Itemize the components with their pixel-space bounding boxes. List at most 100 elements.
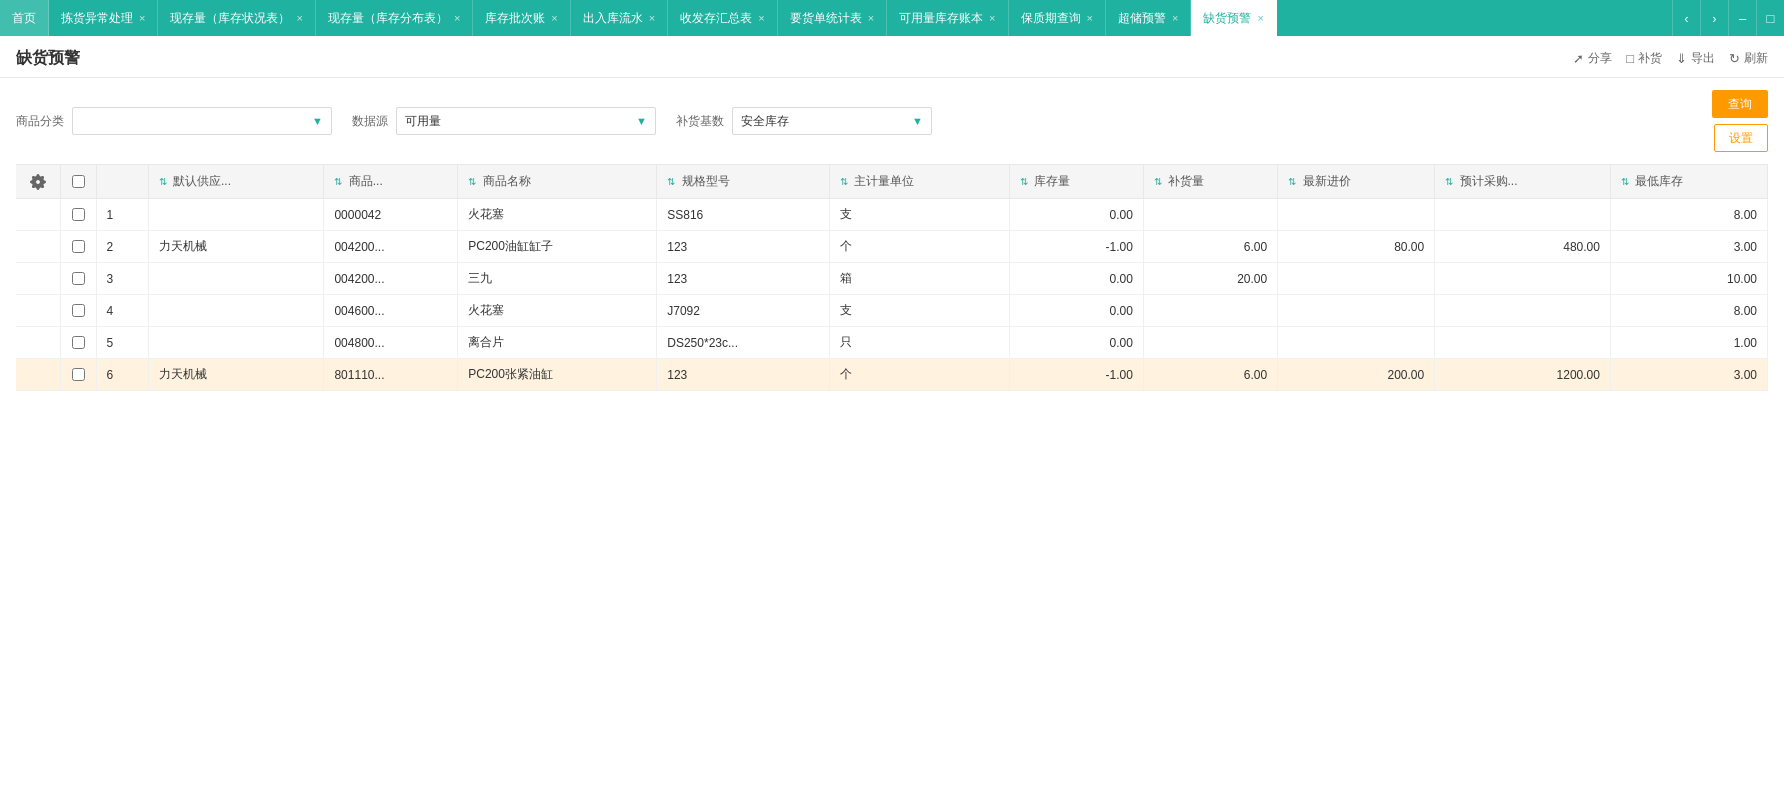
tab-inout-flow[interactable]: 出入库流水 × [571,0,668,36]
name-sort-icon[interactable]: ⇅ [468,176,476,187]
row-replenish-cell: 6.00 [1143,359,1277,391]
export-button[interactable]: ⇓ 导出 [1676,50,1715,67]
category-chevron-icon: ▼ [312,115,323,127]
row-est-purchase-cell [1435,327,1611,359]
tab-overstock-close[interactable]: × [1172,12,1178,24]
filter-actions: 查询 设置 [1712,90,1768,152]
row-min-stock-cell: 3.00 [1610,359,1767,391]
tab-expiry[interactable]: 保质期查询 × [1009,0,1106,36]
tab-summary-label: 收发存汇总表 [680,10,752,27]
row-replenish-cell [1143,295,1277,327]
tab-order-stats[interactable]: 要货单统计表 × [778,0,887,36]
category-select[interactable]: ▼ [72,107,332,135]
category-label: 商品分类 [16,113,64,130]
tab-maximize-button[interactable]: □ [1756,0,1784,36]
price-sort-icon[interactable]: ⇅ [1288,176,1296,187]
tab-next-button[interactable]: › [1700,0,1728,36]
replenish-base-value: 安全库存 [741,113,789,130]
tab-expiry-close[interactable]: × [1087,12,1093,24]
row-supplier-cell: 力天机械 [148,231,324,263]
tab-batch-label: 库存批次账 [485,10,545,27]
tab-overstock[interactable]: 超储预警 × [1106,0,1191,36]
row-gear-cell [16,263,60,295]
row-checkbox[interactable] [72,272,85,285]
tab-shortage[interactable]: 缺货预警 × [1191,0,1276,36]
row-gear-cell [16,295,60,327]
replenish-sort-icon[interactable]: ⇅ [1154,176,1162,187]
row-checkbox[interactable] [72,304,85,317]
replenish-base-chevron-icon: ▼ [912,115,923,127]
replenish-base-select[interactable]: 安全库存 ▼ [732,107,932,135]
refresh-button[interactable]: ↻ 刷新 [1729,50,1768,67]
tab-inventory-status[interactable]: 现存量（库存状况表） × [158,0,315,36]
row-supplier-cell [148,295,324,327]
supplier-sort-icon[interactable]: ⇅ [159,176,167,187]
row-spec-cell: 123 [657,359,830,391]
table-header-row: ⇅ 默认供应... ⇅ 商品... ⇅ 商品名称 ⇅ 规格型号 [16,165,1768,199]
tab-pick-exception[interactable]: 拣货异常处理 × [49,0,158,36]
tab-inventory-dist[interactable]: 现存量（库存分布表） × [316,0,473,36]
tab-batch-account[interactable]: 库存批次账 × [473,0,570,36]
row-checkbox-cell [60,327,96,359]
col-name-header: ⇅ 商品名称 [458,165,657,199]
row-checkbox-cell [60,359,96,391]
row-checkbox[interactable] [72,208,85,221]
replenish-base-group: 补货基数 安全库存 ▼ [676,107,932,135]
stock-sort-icon[interactable]: ⇅ [1020,176,1028,187]
row-num-cell: 6 [96,359,148,391]
settings-button[interactable]: 设置 [1714,124,1768,152]
row-unit-cell: 只 [829,327,1009,359]
est-purchase-sort-icon[interactable]: ⇅ [1445,176,1453,187]
code-sort-icon[interactable]: ⇅ [334,176,342,187]
page-title: 缺货预警 [16,48,80,69]
share-button[interactable]: ➚ 分享 [1573,50,1612,67]
row-checkbox[interactable] [72,336,85,349]
row-code-cell: 004200... [324,231,458,263]
row-checkbox-cell [60,231,96,263]
row-spec-cell: 123 [657,231,830,263]
row-checkbox[interactable] [72,368,85,381]
row-num-cell: 2 [96,231,148,263]
tab-flow-label: 出入库流水 [583,10,643,27]
row-gear-cell [16,231,60,263]
min-stock-sort-icon[interactable]: ⇅ [1621,176,1629,187]
row-spec-cell: 123 [657,263,830,295]
unit-sort-icon[interactable]: ⇅ [840,176,848,187]
page-header: 缺货预警 ➚ 分享 □ 补货 ⇓ 导出 ↻ 刷新 [0,36,1784,78]
tab-home[interactable]: 首页 [0,0,49,36]
table-container: ⇅ 默认供应... ⇅ 商品... ⇅ 商品名称 ⇅ 规格型号 [0,164,1784,391]
tab-pick-close[interactable]: × [139,12,145,24]
tab-available-ledger[interactable]: 可用量库存账本 × [887,0,1008,36]
datasource-select[interactable]: 可用量 ▼ [396,107,656,135]
gear-header-icon[interactable] [30,174,46,190]
tab-shortage-label: 缺货预警 [1203,10,1251,27]
replenish-button[interactable]: □ 补货 [1626,50,1662,67]
row-num-cell: 3 [96,263,148,295]
row-replenish-cell: 20.00 [1143,263,1277,295]
select-all-checkbox[interactable] [72,175,85,188]
tab-summary[interactable]: 收发存汇总表 × [668,0,777,36]
row-min-stock-cell: 8.00 [1610,295,1767,327]
tab-inv-dist-label: 现存量（库存分布表） [328,10,448,27]
col-checkbox-header [60,165,96,199]
tab-minimize-button[interactable]: – [1728,0,1756,36]
spec-sort-icon[interactable]: ⇅ [667,176,675,187]
tab-batch-close[interactable]: × [551,12,557,24]
tab-inv-dist-close[interactable]: × [454,12,460,24]
tab-inv-status-close[interactable]: × [296,12,302,24]
row-checkbox[interactable] [72,240,85,253]
row-unit-cell: 个 [829,231,1009,263]
tab-summary-close[interactable]: × [758,12,764,24]
row-stock-cell: 0.00 [1009,199,1143,231]
row-gear-cell [16,199,60,231]
tab-order-close[interactable]: × [868,12,874,24]
tab-avail-close[interactable]: × [989,12,995,24]
col-est-purchase-header: ⇅ 预计采购... [1435,165,1611,199]
table-row: 4 004600... 火花塞 J7092 支 0.00 8.00 [16,295,1768,327]
tab-prev-button[interactable]: ‹ [1672,0,1700,36]
tab-shortage-close[interactable]: × [1257,12,1263,24]
row-name-cell: PC200油缸缸子 [458,231,657,263]
tab-flow-close[interactable]: × [649,12,655,24]
query-button[interactable]: 查询 [1712,90,1768,118]
row-name-cell: 火花塞 [458,295,657,327]
